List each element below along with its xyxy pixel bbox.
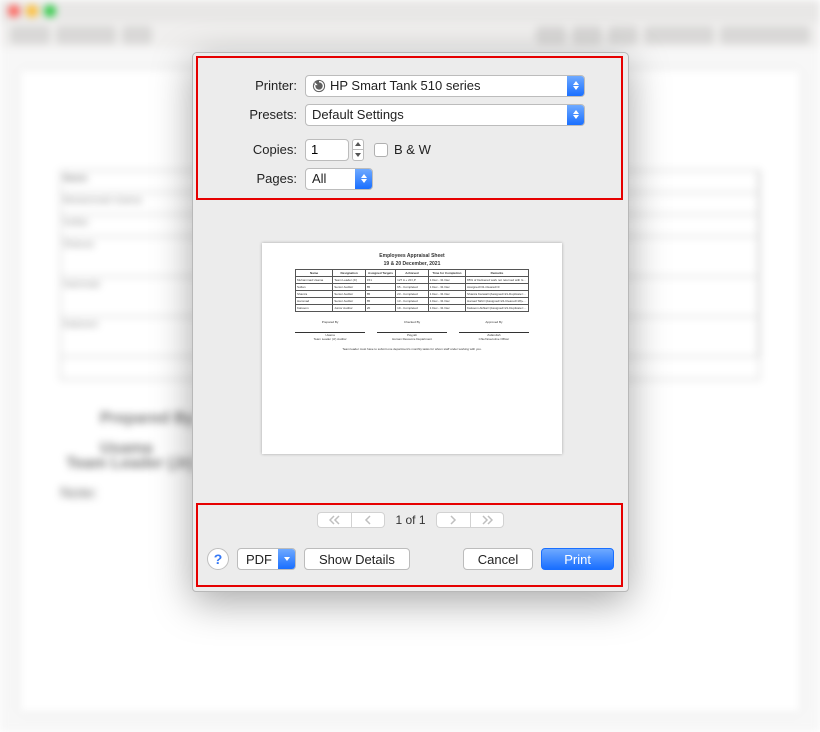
preview-td: Kalsoom Akhtar=(Assigned=21-Duplicate=1-…	[466, 305, 529, 312]
copies-input[interactable]	[305, 139, 349, 161]
preview-note: Team leader must have to submit one depa…	[295, 347, 529, 351]
table-row: ShanzaSenior Auditor8523 - Completed1 De…	[296, 291, 529, 298]
show-details-button[interactable]: Show Details	[304, 548, 410, 570]
preview-td: 23 - Completed	[396, 291, 429, 298]
chevron-down-icon	[278, 549, 295, 569]
sig-c-role: Chief Executive Officer	[459, 337, 529, 341]
print-preview: Employees Appraisal Sheet 19 & 20 Decemb…	[262, 243, 562, 454]
print-button[interactable]: Print	[541, 548, 614, 570]
last-page-button[interactable]	[470, 512, 504, 528]
chevrons-updown-icon	[355, 169, 372, 189]
pages-select[interactable]: All	[305, 168, 373, 190]
preview-td: Sufian	[296, 284, 333, 291]
table-row: HammadSenior Auditor8513 - Completed1 De…	[296, 298, 529, 305]
cancel-label: Cancel	[478, 552, 518, 567]
sig-b-head: Checked By	[377, 320, 447, 324]
traffic-zoom-icon	[44, 5, 56, 17]
preview-th: Time for Completion	[428, 270, 465, 277]
preview-td: Hammad	[296, 298, 333, 305]
preview-td: Senior Auditor	[333, 298, 366, 305]
preview-td: 20	[365, 305, 395, 312]
preview-title: Employees Appraisal Sheet	[295, 253, 529, 259]
next-page-button[interactable]	[436, 512, 470, 528]
dialog-bottom-bar: ? PDF Show Details Cancel Print	[207, 548, 614, 570]
prev-page-button[interactable]	[351, 512, 385, 528]
pages-label: Pages:	[193, 171, 305, 186]
preview-td: 19 - Completed	[396, 305, 429, 312]
preview-td: 13 - Completed	[396, 298, 429, 305]
preview-td: Junior Auditor	[333, 305, 366, 312]
preview-td: Senior Auditor	[333, 284, 366, 291]
sig-a-role: Team Leader (Jr) Auditor	[295, 337, 365, 341]
presets-value: Default Settings	[312, 107, 404, 122]
stepper-up-icon[interactable]	[352, 139, 364, 150]
preview-td: Shanza	[296, 291, 333, 298]
pages-value: All	[312, 171, 326, 186]
preview-td: 85	[365, 298, 395, 305]
traffic-min-icon	[26, 5, 38, 17]
preview-td: 1 Dec - 31 Dec	[428, 298, 465, 305]
preview-th: Remarks	[466, 270, 529, 277]
first-page-button[interactable]	[317, 512, 351, 528]
print-dialog: Printer: HP Smart Tank 510 series Preset…	[192, 52, 629, 592]
show-details-label: Show Details	[319, 552, 395, 567]
preview-th: Name	[296, 270, 333, 277]
preview-td: Hamad Tahir=(Assigned=24-Cleared=18)+(24…	[466, 298, 529, 305]
print-options-form: Printer: HP Smart Tank 510 series Preset…	[193, 71, 628, 193]
preview-td: 151	[365, 277, 395, 284]
preview-td: Assigned=31-Cleared=0	[466, 284, 529, 291]
page-counter: 1 of 1	[395, 513, 425, 527]
table-row: KalsoomJunior Auditor2019 - Completed1 D…	[296, 305, 529, 312]
pdf-menu-button[interactable]: PDF	[237, 548, 296, 570]
preview-th: Achieved	[396, 270, 429, 277]
preview-td: Senior Auditor	[333, 291, 366, 298]
bw-checkbox[interactable]	[374, 143, 388, 157]
chevrons-updown-icon	[567, 76, 584, 96]
preview-td: 85	[365, 291, 395, 298]
sig-c-head: Approved By	[459, 320, 529, 324]
preview-pager: 1 of 1	[193, 512, 628, 528]
preview-td: 1 Dec - 31 Dec	[428, 277, 465, 284]
preview-table: NameDesignationAssigned TargetsAchievedT…	[295, 269, 529, 312]
preview-td: 127 A + 20 I,P	[396, 277, 429, 284]
help-icon: ?	[214, 551, 223, 567]
copies-label: Copies:	[193, 142, 305, 157]
table-row: SufianSenior Auditor8565 - Completed1 De…	[296, 284, 529, 291]
sig-a-head: Prepared By	[295, 320, 365, 324]
bw-label: B & W	[394, 142, 431, 157]
preview-td: 65 - Completed	[396, 284, 429, 291]
preview-td: 1 Dec - 31 Dec	[428, 305, 465, 312]
preview-td: Kalsoom	[296, 305, 333, 312]
stepper-down-icon[interactable]	[352, 149, 364, 161]
presets-label: Presets:	[193, 107, 305, 122]
traffic-close-icon	[8, 5, 20, 17]
preview-td: 1 Dec - 31 Dec	[428, 291, 465, 298]
printer-select[interactable]: HP Smart Tank 510 series	[305, 75, 585, 97]
print-label: Print	[564, 552, 591, 567]
preview-td: 1 Dec - 31 Dec	[428, 284, 465, 291]
table-row: Muhammad UsamaTeam Leader (Jr)151127 A +…	[296, 277, 529, 284]
preview-td: 85	[365, 284, 395, 291]
preview-th: Assigned Targets	[365, 270, 395, 277]
printer-label: Printer:	[193, 78, 305, 93]
refresh-icon	[312, 79, 326, 93]
preview-td: 85% of Delivered work not returned with …	[466, 277, 529, 284]
preview-td: Muhammad Usama	[296, 277, 333, 284]
copies-stepper[interactable]	[352, 139, 364, 161]
preview-td: Shanza Kanwal=(Assigned=21-Duplicate=03-…	[466, 291, 529, 298]
printer-value: HP Smart Tank 510 series	[330, 78, 481, 93]
pdf-label: PDF	[246, 552, 272, 567]
help-button[interactable]: ?	[207, 548, 229, 570]
preview-subtitle: 19 & 20 December, 2021	[295, 261, 529, 267]
preview-td: Team Leader (Jr)	[333, 277, 366, 284]
preview-th: Designation	[333, 270, 366, 277]
cancel-button[interactable]: Cancel	[463, 548, 533, 570]
sig-b-role: Human Resource Department	[377, 337, 447, 341]
chevrons-updown-icon	[567, 105, 584, 125]
presets-select[interactable]: Default Settings	[305, 104, 585, 126]
